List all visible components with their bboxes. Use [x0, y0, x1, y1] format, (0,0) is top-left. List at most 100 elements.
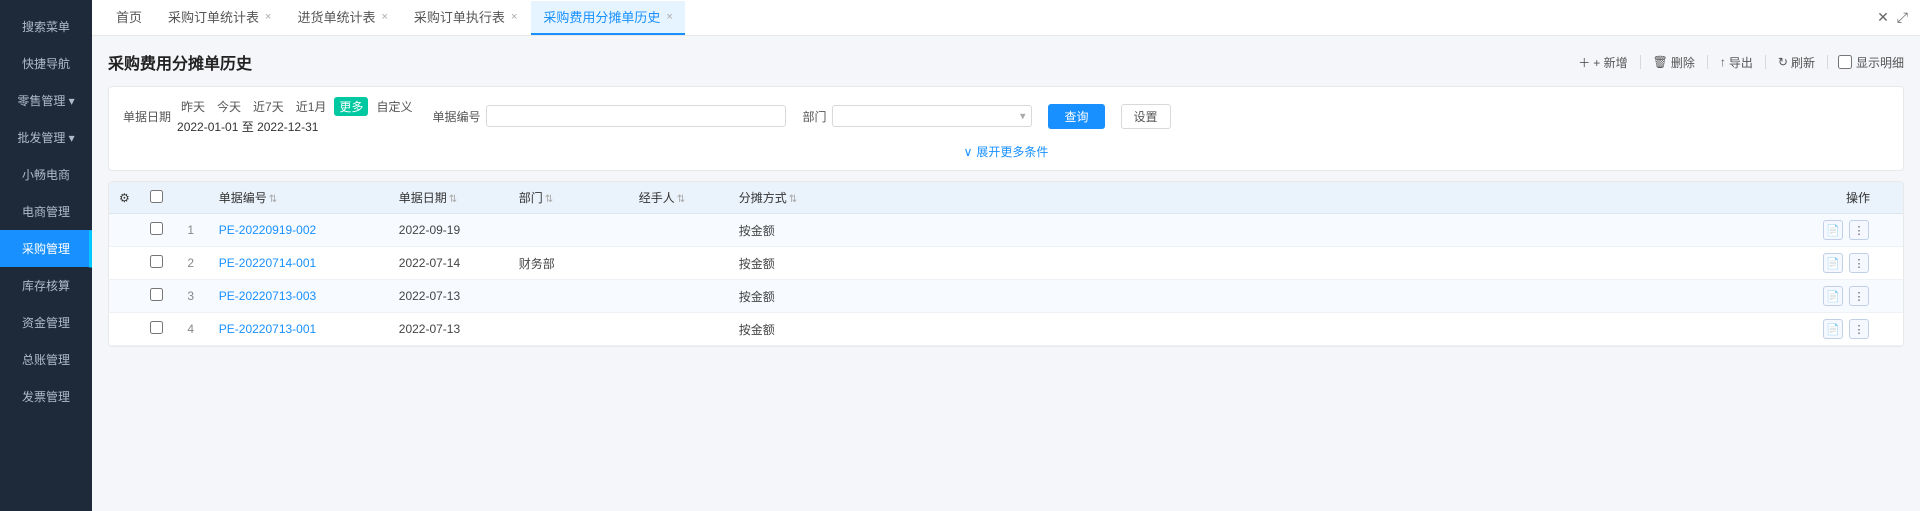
date-label: 单据日期 — [123, 108, 171, 125]
filter-row: 单据日期 昨天 今天 近7天 近1月 更多 自定义 2022-01-01 至 2… — [123, 97, 1889, 135]
row-method-2: 按金额 — [729, 280, 1813, 313]
tab-purchase-order-stats[interactable]: 采购订单统计表 × — [156, 1, 283, 35]
row-date-0: 2022-09-19 — [389, 214, 509, 247]
row-handler-3 — [629, 313, 729, 346]
row-date-2: 2022-07-13 — [389, 280, 509, 313]
sidebar-item-wholesale[interactable]: 批发管理 ▾ — [0, 119, 92, 156]
tab-close-purchase-order-exec[interactable]: × — [511, 11, 517, 23]
tab-label-purchase-order-stats: 采购订单统计表 — [168, 7, 259, 26]
row-checkbox-1[interactable] — [150, 255, 163, 268]
table-row: 4PE-20220713-0012022-07-13按金额📄⋮ — [109, 313, 1903, 346]
table-header-row: ⚙ 单据编号⇅ 单据日期⇅ 部门⇅ — [109, 182, 1903, 214]
tab-bar: 首页采购订单统计表×进货单统计表×采购订单执行表×采购费用分摊单历史× ✕ ⤢ — [92, 0, 1920, 36]
sidebar-item-quicknav[interactable]: 快捷导航 — [0, 45, 92, 82]
add-label: + 新增 — [1593, 54, 1627, 71]
tab-purchase-order-exec[interactable]: 采购订单执行表 × — [402, 1, 529, 35]
refresh-icon: ↻ — [1778, 55, 1788, 69]
expand-conditions-btn[interactable]: ∨ 展开更多条件 — [964, 143, 1049, 160]
detail-icon-0[interactable]: 📄 — [1823, 220, 1843, 240]
tab-inbound-stats[interactable]: 进货单统计表× — [285, 1, 399, 35]
tab-label-purchase-order-exec: 采购订单执行表 — [414, 7, 505, 26]
th-doc-no[interactable]: 单据编号⇅ — [209, 182, 389, 214]
th-doc-date[interactable]: 单据日期⇅ — [389, 182, 509, 214]
sidebar-item-inventory[interactable]: 库存核算 — [0, 267, 92, 304]
sidebar-item-retail[interactable]: 零售管理 ▾ — [0, 82, 92, 119]
row-docno-2: PE-20220713-003 — [209, 280, 389, 313]
close-window-btn[interactable]: ✕ — [1877, 9, 1889, 26]
detail-icon-1[interactable]: 📄 — [1823, 253, 1843, 273]
docnum-input[interactable] — [486, 105, 786, 127]
detail-icon-2[interactable]: 📄 — [1823, 286, 1843, 306]
data-table-wrap: ⚙ 单据编号⇅ 单据日期⇅ 部门⇅ — [108, 181, 1904, 347]
settings-btn[interactable]: 设置 — [1121, 104, 1171, 129]
add-btn[interactable]: ＋ + 新增 — [1576, 54, 1629, 71]
refresh-btn[interactable]: ↻ 刷新 — [1776, 54, 1817, 71]
sidebar-item-ledger[interactable]: 总账管理 — [0, 341, 92, 378]
row-dept-2 — [509, 280, 629, 313]
th-checkbox — [140, 182, 173, 214]
row-checkbox-2[interactable] — [150, 288, 163, 301]
show-detail-checkbox[interactable] — [1838, 55, 1852, 69]
chevron-down-icon: ∨ — [964, 145, 973, 159]
row-method-0: 按金额 — [729, 214, 1813, 247]
sidebar-item-purchase[interactable]: 采购管理 — [0, 230, 92, 267]
shortcut-1month[interactable]: 近1月 — [292, 97, 331, 116]
more-icon-0[interactable]: ⋮ — [1849, 220, 1869, 240]
tab-actions: ✕ ⤢ — [1877, 9, 1908, 26]
maximize-btn[interactable]: ⤢ — [1897, 9, 1908, 26]
sort-icon-dept: ⇅ — [545, 194, 553, 205]
dept-select[interactable]: 财务部 — [832, 105, 1032, 127]
shortcut-custom[interactable]: 自定义 — [372, 97, 416, 116]
divider1 — [1640, 55, 1641, 69]
docno-link-0[interactable]: PE-20220919-002 — [219, 223, 316, 237]
row-checkbox-0[interactable] — [150, 222, 163, 235]
row-settings-0 — [109, 214, 140, 247]
shortcut-today[interactable]: 今天 — [213, 97, 245, 116]
page-title-row: 采购费用分摊单历史 ＋ + 新增 🗑 删除 ↑ 导出 ↻ — [108, 50, 1904, 74]
sidebar-item-finance[interactable]: 资金管理 — [0, 304, 92, 341]
shortcut-7days[interactable]: 近7天 — [249, 97, 288, 116]
divider2 — [1707, 55, 1708, 69]
expand-row: ∨ 展开更多条件 — [123, 143, 1889, 160]
tab-home[interactable]: 首页 — [104, 1, 154, 35]
more-icon-3[interactable]: ⋮ — [1849, 319, 1869, 339]
tab-close-purchase-order-stats[interactable]: × — [265, 11, 271, 23]
docno-link-2[interactable]: PE-20220713-003 — [219, 289, 316, 303]
docno-link-1[interactable]: PE-20220714-001 — [219, 256, 316, 270]
more-icon-1[interactable]: ⋮ — [1849, 253, 1869, 273]
detail-icon-3[interactable]: 📄 — [1823, 319, 1843, 339]
row-dept-3 — [509, 313, 629, 346]
sidebar-item-mini[interactable]: 小畅电商 — [0, 156, 92, 193]
row-dept-0 — [509, 214, 629, 247]
sort-icon-method: ⇅ — [789, 194, 797, 205]
row-date-1: 2022-07-14 — [389, 247, 509, 280]
shortcut-more[interactable]: 更多 — [334, 97, 368, 116]
show-detail-wrap: 显示明细 — [1838, 54, 1904, 71]
search-btn[interactable]: 查询 — [1048, 104, 1104, 129]
th-dept[interactable]: 部门⇅ — [509, 182, 629, 214]
row-settings-3 — [109, 313, 140, 346]
row-num-3: 4 — [173, 313, 209, 346]
tab-cost-split-history[interactable]: 采购费用分摊单历史× — [531, 1, 684, 35]
expand-label: 展开更多条件 — [976, 143, 1048, 160]
trash-icon: 🗑 — [1653, 55, 1668, 69]
th-split-method[interactable]: 分摊方式⇅ — [729, 182, 1813, 214]
row-ops-2: 📄⋮ — [1813, 280, 1903, 313]
sidebar: 搜索菜单快捷导航零售管理 ▾批发管理 ▾小畅电商电商管理采购管理库存核算资金管理… — [0, 0, 92, 511]
sidebar-item-search[interactable]: 搜索菜单 — [0, 8, 92, 45]
date-range-text: 2022-01-01 至 2022-12-31 — [177, 118, 416, 135]
docno-link-3[interactable]: PE-20220713-001 — [219, 322, 316, 336]
export-btn[interactable]: ↑ 导出 — [1718, 54, 1755, 71]
sidebar-item-ecommerce[interactable]: 电商管理 — [0, 193, 92, 230]
delete-btn[interactable]: 🗑 删除 — [1651, 54, 1697, 71]
row-checkbox-3[interactable] — [150, 321, 163, 334]
select-all-checkbox[interactable] — [150, 190, 163, 203]
shortcut-yesterday[interactable]: 昨天 — [177, 97, 209, 116]
th-handler[interactable]: 经手人⇅ — [629, 182, 729, 214]
refresh-label: 刷新 — [1791, 54, 1815, 71]
sidebar-item-invoice[interactable]: 发票管理 — [0, 378, 92, 415]
tab-close-cost-split-history[interactable]: × — [666, 11, 672, 23]
tab-close-inbound-stats[interactable]: × — [381, 11, 387, 23]
more-icon-2[interactable]: ⋮ — [1849, 286, 1869, 306]
th-settings[interactable]: ⚙ — [109, 182, 140, 214]
